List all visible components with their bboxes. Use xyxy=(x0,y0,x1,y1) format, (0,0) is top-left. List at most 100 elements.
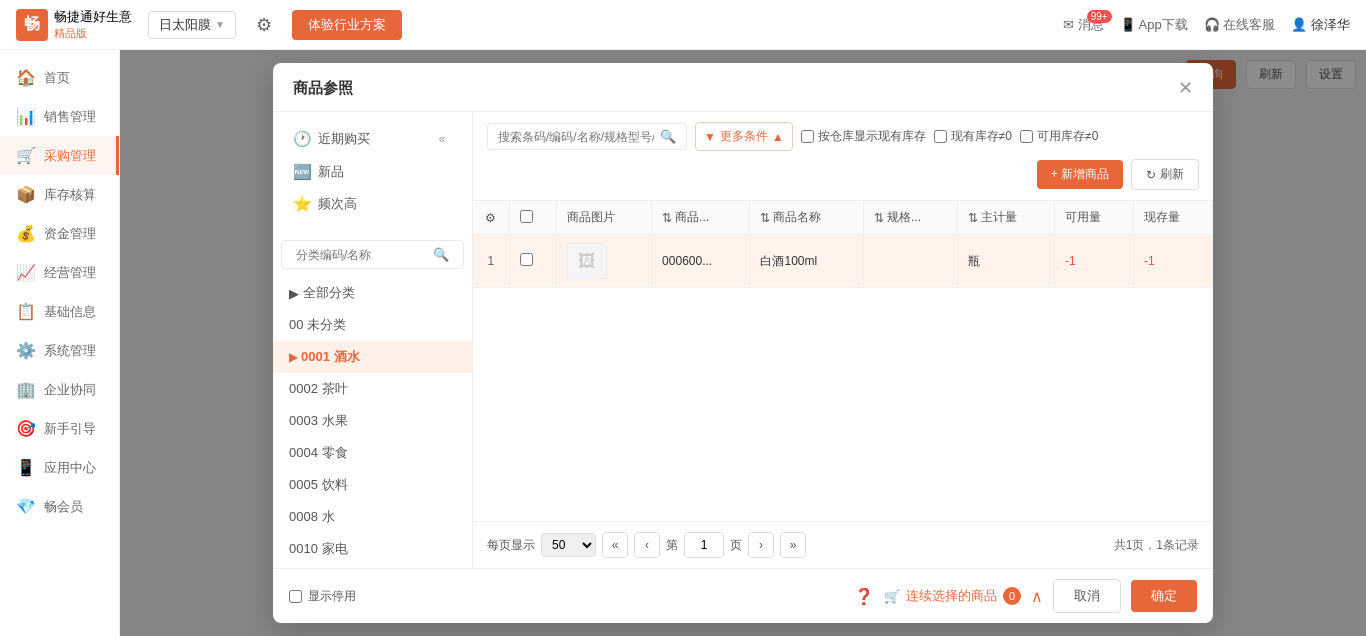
cat-appliances[interactable]: 0010 家电 xyxy=(273,533,472,565)
category-search-input[interactable] xyxy=(296,248,427,262)
cat-tea[interactable]: 0002 茶叶 xyxy=(273,373,472,405)
sort-icon-unit: ⇅ xyxy=(968,211,978,225)
page-label: 第 xyxy=(666,537,678,554)
table-row[interactable]: 1 🖼 000600... 白酒100ml xyxy=(473,235,1213,288)
next-page-button[interactable]: › xyxy=(748,532,774,558)
last-page-button[interactable]: » xyxy=(780,532,806,558)
sidebar-item-operations[interactable]: 📈 经营管理 xyxy=(0,253,119,292)
col-settings[interactable]: ⚙ xyxy=(473,201,509,235)
quick-link-frequent[interactable]: ⭐ 频次高 xyxy=(283,188,462,220)
right-panel: 🔍 ▼ 更多条件 ▲ 按仓库显示现有库存 xyxy=(473,112,1213,568)
cell-checkbox[interactable] xyxy=(509,235,556,288)
message-icon: ✉ xyxy=(1063,17,1074,32)
cell-available: -1 xyxy=(1055,235,1134,288)
category-search-box[interactable]: 🔍 xyxy=(281,240,464,269)
right-panel-toolbar: 🔍 ▼ 更多条件 ▲ 按仓库显示现有库存 xyxy=(473,112,1213,201)
col-code[interactable]: ⇅ 商品... xyxy=(652,201,750,235)
continuous-select-label: 连续选择的商品 xyxy=(906,587,997,605)
cat-fruit[interactable]: 0003 水果 xyxy=(273,405,472,437)
cat-liquor-arrow: ▶ xyxy=(289,351,297,364)
refresh-label: 刷新 xyxy=(1160,166,1184,183)
product-reference-modal: 商品参照 ✕ 🕐 近期购买 « xyxy=(273,63,1213,623)
checkbox-available-stock-input[interactable] xyxy=(1020,130,1033,143)
cart-count-badge: 0 xyxy=(1003,587,1021,605)
modal-close-button[interactable]: ✕ xyxy=(1178,77,1193,99)
sidebar-label-operations: 经营管理 xyxy=(44,264,96,282)
sidebar-item-home[interactable]: 🏠 首页 xyxy=(0,58,119,97)
sidebar-item-enterprise[interactable]: 🏢 企业协同 xyxy=(0,370,119,409)
app-download-area[interactable]: 📱 App下载 xyxy=(1120,16,1188,34)
col-stock[interactable]: 现存量 xyxy=(1134,201,1213,235)
category-search-icon: 🔍 xyxy=(433,247,449,262)
cell-image: 🖼 xyxy=(556,235,652,288)
cat-liquor[interactable]: ▶ 0001 酒水 xyxy=(273,341,472,373)
sidebar-item-sales[interactable]: 📊 销售管理 xyxy=(0,97,119,136)
confirm-button[interactable]: 确定 xyxy=(1131,580,1197,612)
table-refresh-button[interactable]: ↻ 刷新 xyxy=(1131,159,1199,190)
add-product-button[interactable]: + 新增商品 xyxy=(1037,160,1123,189)
first-page-button[interactable]: « xyxy=(602,532,628,558)
quick-link-recent[interactable]: 🕐 近期购买 « xyxy=(283,122,462,156)
sidebar-item-apps[interactable]: 📱 应用中心 xyxy=(0,448,119,487)
quick-link-new[interactable]: 🆕 新品 xyxy=(283,156,462,188)
sidebar-label-member: 畅会员 xyxy=(44,498,83,516)
product-search-input[interactable] xyxy=(498,130,654,144)
checkbox-existing-stock[interactable]: 现有库存≠0 xyxy=(934,128,1012,145)
settings-icon-button[interactable]: ⚙ xyxy=(248,9,280,41)
apps-icon: 📱 xyxy=(16,458,36,477)
cat-uncategorized[interactable]: 00 未分类 xyxy=(273,309,472,341)
col-spec[interactable]: ⇅ 规格... xyxy=(864,201,958,235)
sort-icon-spec: ⇅ xyxy=(874,211,884,225)
cancel-button[interactable]: 取消 xyxy=(1053,579,1121,613)
product-search-box[interactable]: 🔍 xyxy=(487,123,687,150)
sales-icon: 📊 xyxy=(16,107,36,126)
message-badge: 99+ xyxy=(1087,10,1112,23)
collapse-button[interactable]: « xyxy=(432,129,452,149)
show-disabled-text: 显示停用 xyxy=(308,588,356,605)
selector-arrow-icon: ▼ xyxy=(215,19,225,30)
checkbox-existing-stock-input[interactable] xyxy=(934,130,947,143)
pagination: 每页显示 50 100 200 « ‹ 第 页 › xyxy=(473,521,1213,568)
company-name: 日太阳膜 xyxy=(159,16,211,34)
col-unit[interactable]: ⇅ 主计量 xyxy=(958,201,1055,235)
cat-all-label: 全部分类 xyxy=(303,284,355,302)
prev-page-button[interactable]: ‹ xyxy=(634,532,660,558)
cat-snacks[interactable]: 0004 零食 xyxy=(273,437,472,469)
sidebar-item-basic-info[interactable]: 📋 基础信息 xyxy=(0,292,119,331)
collapse-footer-icon[interactable]: ∧ xyxy=(1031,587,1043,606)
trial-button[interactable]: 体验行业方案 xyxy=(292,10,402,40)
sidebar-item-guide[interactable]: 🎯 新手引导 xyxy=(0,409,119,448)
more-filter-button[interactable]: ▼ 更多条件 ▲ xyxy=(695,122,793,151)
select-all-checkbox[interactable] xyxy=(520,210,533,223)
online-service-area[interactable]: 🎧 在线客服 xyxy=(1204,16,1276,34)
checkbox-available-stock[interactable]: 可用库存≠0 xyxy=(1020,128,1098,145)
row-checkbox[interactable] xyxy=(520,253,533,266)
page-unit: 页 xyxy=(730,537,742,554)
sidebar-item-finance[interactable]: 💰 资金管理 xyxy=(0,214,119,253)
col-checkbox[interactable] xyxy=(509,201,556,235)
sidebar-item-system[interactable]: ⚙️ 系统管理 xyxy=(0,331,119,370)
col-name[interactable]: ⇅ 商品名称 xyxy=(750,201,864,235)
page-number-input[interactable] xyxy=(684,532,724,558)
toolbar-right: + 新增商品 ↻ 刷新 xyxy=(1037,159,1199,190)
cat-water[interactable]: 0008 水 xyxy=(273,501,472,533)
company-selector[interactable]: 日太阳膜 ▼ xyxy=(148,11,236,39)
cat-drinks[interactable]: 0005 饮料 xyxy=(273,469,472,501)
sidebar-item-member[interactable]: 💎 畅会员 xyxy=(0,487,119,526)
messages-area[interactable]: ✉ 消息 99+ xyxy=(1063,16,1104,34)
user-area[interactable]: 👤 徐泽华 xyxy=(1291,16,1350,34)
sidebar-item-inventory[interactable]: 📦 库存核算 xyxy=(0,175,119,214)
cat-all[interactable]: ▶ 全部分类 xyxy=(273,277,472,309)
checkbox-by-warehouse[interactable]: 按仓库显示现有库存 xyxy=(801,128,926,145)
sidebar-item-purchase[interactable]: 🛒 采购管理 xyxy=(0,136,119,175)
member-icon: 💎 xyxy=(16,497,36,516)
show-disabled-label[interactable]: 显示停用 xyxy=(289,588,356,605)
cart-area[interactable]: 🛒 连续选择的商品 0 xyxy=(884,587,1021,605)
checkbox-by-warehouse-input[interactable] xyxy=(801,130,814,143)
col-available[interactable]: 可用量 xyxy=(1055,201,1134,235)
help-icon[interactable]: ❓ xyxy=(854,587,874,606)
cart-icon-wrap: 🛒 xyxy=(884,589,900,604)
per-page-select[interactable]: 50 100 200 xyxy=(541,533,596,557)
show-disabled-checkbox[interactable] xyxy=(289,590,302,603)
cat-liquor-label: 0001 酒水 xyxy=(301,348,360,366)
